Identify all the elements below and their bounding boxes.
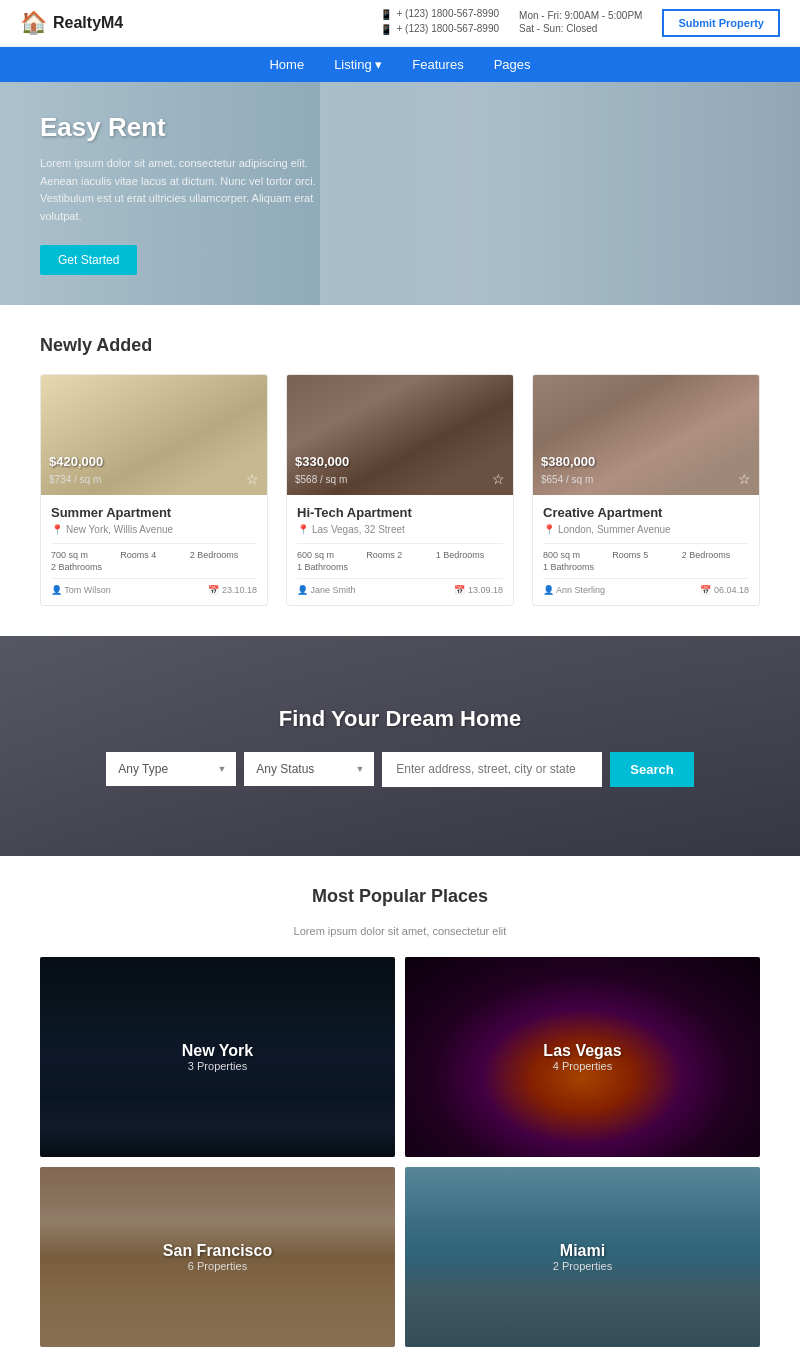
listing-date: 📅 06.04.18 [700,585,749,595]
place-properties: 6 Properties [188,1260,247,1272]
place-name: Miami [560,1242,605,1260]
property-specs: 600 sq m Rooms 2 1 Bedrooms 1 Bathrooms [297,550,503,572]
hero-title: Easy Rent [40,112,340,143]
place-properties: 4 Properties [553,1060,612,1072]
agent-name: 👤 Tom Wilson [51,585,111,595]
type-select[interactable]: Any Type Apartment House Villa [106,752,236,786]
place-card-las-vegas[interactable]: Las Vegas 4 Properties [405,957,760,1157]
property-location: 📍 Las Vegas, 32 Street [297,524,503,535]
agent-name: 👤 Ann Sterling [543,585,605,595]
header: 🏠 RealtyM4 📱 + (123) 1800-567-8990 📱 + (… [0,0,800,47]
phone1: 📱 + (123) 1800-567-8990 [380,8,499,21]
places-grid: New York 3 Properties Las Vegas 4 Proper… [40,957,760,1347]
card-image: $420,000 $734 / sq m ☆ [41,375,267,495]
property-specs: 700 sq m Rooms 4 2 Bedrooms 2 Bathrooms [51,550,257,572]
logo: 🏠 RealtyM4 [20,10,380,36]
listing-date: 📅 13.09.18 [454,585,503,595]
status-select-wrapper: Any Status For Sale For Rent [244,752,374,787]
status-select[interactable]: Any Status For Sale For Rent [244,752,374,786]
hours2: Sat - Sun: Closed [519,23,642,34]
place-name: San Francisco [163,1242,272,1260]
agent-name: 👤 Jane Smith [297,585,356,595]
place-properties: 2 Properties [553,1260,612,1272]
dream-content: Find Your Dream Home Any Type Apartment … [0,676,800,817]
property-specs: 800 sq m Rooms 5 2 Bedrooms 1 Bathrooms [543,550,749,572]
place-card-new-york[interactable]: New York 3 Properties [40,957,395,1157]
card-body: Hi-Tech Apartment 📍 Las Vegas, 32 Street… [287,495,513,605]
card-price: $330,000 $568 / sq m [295,454,349,487]
card-footer: 👤 Ann Sterling 📅 06.04.18 [543,578,749,595]
property-cards-grid: $420,000 $734 / sq m ☆ Summer Apartment … [40,374,760,606]
property-name: Creative Apartment [543,505,749,520]
place-label: Miami 2 Properties [405,1167,760,1347]
card-footer: 👤 Jane Smith 📅 13.09.18 [297,578,503,595]
property-name: Summer Apartment [51,505,257,520]
price-value: $380,000 [541,454,595,469]
place-label: New York 3 Properties [40,957,395,1157]
hero-section: Easy Rent Lorem ipsum dolor sit amet, co… [0,82,800,305]
favorite-icon[interactable]: ☆ [738,471,751,487]
hours-info: Mon - Fri: 9:00AM - 5:00PM Sat - Sun: Cl… [519,10,642,36]
logo-icon: 🏠 [20,10,47,36]
card-price: $380,000 $654 / sq m [541,454,595,487]
contact-info: 📱 + (123) 1800-567-8990 📱 + (123) 1800-5… [380,8,499,38]
pin-icon: 📍 [543,524,555,535]
price-sqm: $568 / sq m [295,474,347,485]
card-image: $380,000 $654 / sq m ☆ [533,375,759,495]
pin-icon: 📍 [51,524,63,535]
property-name: Hi-Tech Apartment [297,505,503,520]
property-location: 📍 New York, Willis Avenue [51,524,257,535]
listing-date: 📅 23.10.18 [208,585,257,595]
type-select-wrapper: Any Type Apartment House Villa [106,752,236,787]
card-body: Summer Apartment 📍 New York, Willis Aven… [41,495,267,605]
nav-features[interactable]: Features [412,57,463,72]
search-bar: Any Type Apartment House Villa Any Statu… [20,752,780,787]
card-image: $330,000 $568 / sq m ☆ [287,375,513,495]
hero-cta-button[interactable]: Get Started [40,245,137,275]
favorite-icon[interactable]: ☆ [246,471,259,487]
popular-places-section: Most Popular Places Lorem ipsum dolor si… [0,856,800,1350]
property-card[interactable]: $420,000 $734 / sq m ☆ Summer Apartment … [40,374,268,606]
card-price: $420,000 $734 / sq m [49,454,103,487]
search-button[interactable]: Search [610,752,693,787]
nav-pages[interactable]: Pages [494,57,531,72]
search-input[interactable] [382,752,602,787]
property-card[interactable]: $330,000 $568 / sq m ☆ Hi-Tech Apartment… [286,374,514,606]
place-properties: 3 Properties [188,1060,247,1072]
main-nav: Home Listing ▾ Features Pages [0,47,800,82]
submit-property-button[interactable]: Submit Property [662,9,780,37]
newly-added-title: Newly Added [40,335,760,356]
place-label: San Francisco 6 Properties [40,1167,395,1347]
place-card-san-francisco[interactable]: San Francisco 6 Properties [40,1167,395,1347]
card-footer: 👤 Tom Wilson 📅 23.10.18 [51,578,257,595]
price-sqm: $654 / sq m [541,474,593,485]
popular-places-subtitle: Lorem ipsum dolor sit amet, consectetur … [40,925,760,937]
phone2: 📱 + (123) 1800-567-8990 [380,23,499,36]
place-name: New York [182,1042,253,1060]
dream-home-section: Find Your Dream Home Any Type Apartment … [0,636,800,856]
nav-home[interactable]: Home [269,57,304,72]
card-body: Creative Apartment 📍 London, Summer Aven… [533,495,759,605]
dream-title: Find Your Dream Home [20,706,780,732]
favorite-icon[interactable]: ☆ [492,471,505,487]
newly-added-section: Newly Added $420,000 $734 / sq m ☆ Summe… [0,305,800,636]
logo-text: RealtyM4 [53,14,123,32]
property-card[interactable]: $380,000 $654 / sq m ☆ Creative Apartmen… [532,374,760,606]
popular-places-title: Most Popular Places [40,886,760,907]
property-location: 📍 London, Summer Avenue [543,524,749,535]
hours1: Mon - Fri: 9:00AM - 5:00PM [519,10,642,21]
place-name: Las Vegas [543,1042,621,1060]
place-label: Las Vegas 4 Properties [405,957,760,1157]
price-sqm: $734 / sq m [49,474,101,485]
pin-icon: 📍 [297,524,309,535]
hero-content: Easy Rent Lorem ipsum dolor sit amet, co… [0,82,380,305]
price-value: $420,000 [49,454,103,469]
hero-description: Lorem ipsum dolor sit amet, consectetur … [40,155,340,225]
price-value: $330,000 [295,454,349,469]
nav-listing[interactable]: Listing ▾ [334,57,382,72]
place-card-miami[interactable]: Miami 2 Properties [405,1167,760,1347]
